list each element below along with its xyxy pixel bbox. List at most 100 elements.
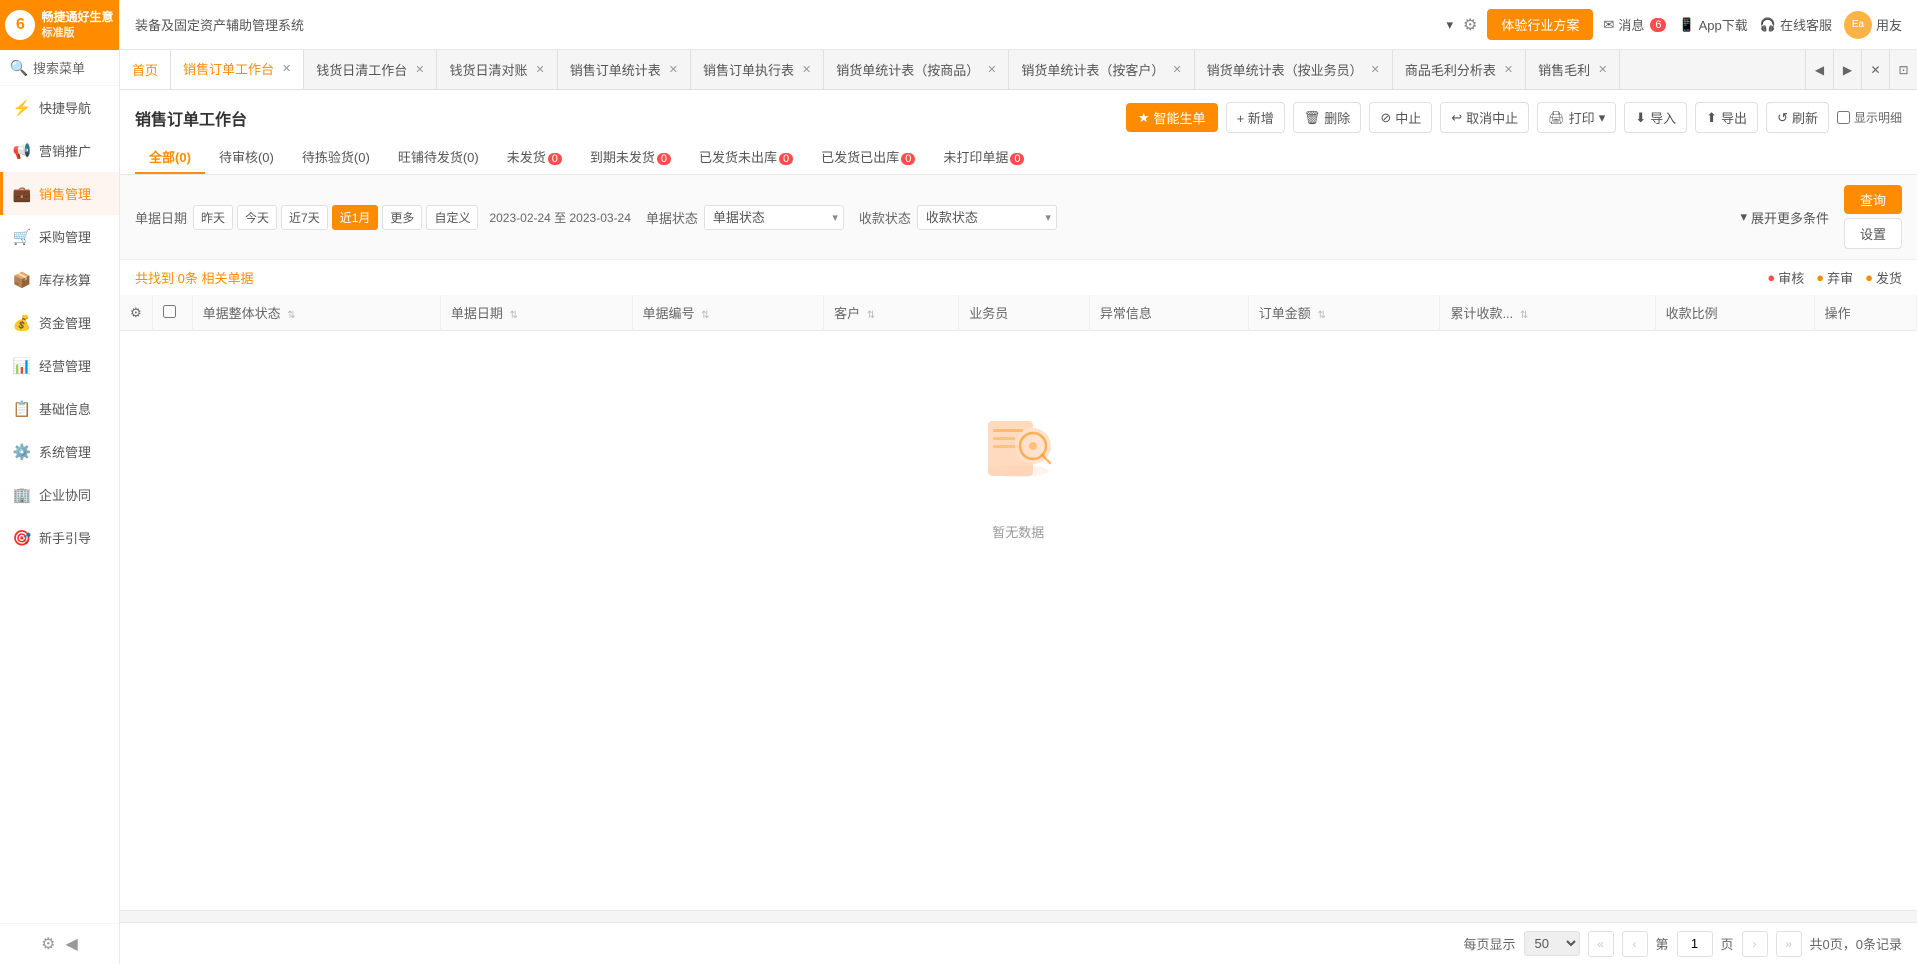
page-number-input[interactable]: 1	[1677, 931, 1713, 957]
sort-amount-icon[interactable]: ⇅	[1317, 310, 1325, 321]
delete-button[interactable]: 🗑 删除	[1293, 102, 1362, 133]
user-menu-button[interactable]: Ea 用友	[1844, 11, 1902, 39]
sort-number-icon[interactable]: ⇅	[701, 310, 709, 321]
date-custom-button[interactable]: 自定义	[426, 205, 478, 230]
date-more-button[interactable]: 更多	[382, 205, 422, 230]
date-range-display: 2023-02-24 至 2023-03-24	[489, 209, 630, 226]
show-detail-checkbox[interactable]: 显示明细	[1837, 109, 1902, 126]
tab-cash-reconcile[interactable]: 钱货日清对账 ✕	[437, 50, 557, 90]
tab-scroll-right-icon[interactable]: ▶	[1833, 50, 1861, 90]
tab-sales-stats-staff[interactable]: 销货单统计表（按业务员） ✕	[1195, 50, 1393, 90]
show-detail-input[interactable]	[1837, 111, 1850, 124]
sort-status-icon[interactable]: ⇅	[287, 310, 295, 321]
filter-tab-pending-review[interactable]: 待审核(0)	[205, 141, 288, 174]
filter-tab-overdue-not-shipped[interactable]: 到期未发货0	[576, 141, 685, 174]
sidebar-item-search[interactable]: 🔍 搜索菜单	[0, 50, 119, 86]
date-7days-button[interactable]: 近7天	[281, 205, 328, 230]
filter-tab-pending-inspect[interactable]: 待拣验货(0)	[288, 141, 384, 174]
import-button[interactable]: ⬇ 导入	[1624, 102, 1687, 133]
collapse-sidebar-icon[interactable]: ◀	[66, 934, 78, 954]
next-page-button[interactable]: ›	[1742, 931, 1768, 957]
export-button[interactable]: ⬆ 导出	[1695, 102, 1758, 133]
expand-more-button[interactable]: ▾ 展开更多条件	[1740, 208, 1829, 227]
tab-scroll-left-icon[interactable]: ◀	[1805, 50, 1833, 90]
tab-sales-profit[interactable]: 销售毛利 ✕	[1526, 50, 1620, 90]
first-page-button[interactable]: «	[1588, 931, 1614, 957]
close-tab-icon[interactable]: ✕	[1172, 63, 1181, 76]
filter-tab-shipped-out[interactable]: 已发货已出库0	[807, 141, 929, 174]
tab-product-margin[interactable]: 商品毛利分析表 ✕	[1393, 50, 1526, 90]
sidebar-item-inventory[interactable]: 📦 库存核算	[0, 258, 119, 301]
sidebar-item-finance[interactable]: 💰 资金管理	[0, 301, 119, 344]
per-page-select[interactable]: 50 100 200	[1524, 931, 1580, 956]
search-setting-button[interactable]: 设置	[1844, 218, 1902, 249]
close-tab-icon[interactable]: ✕	[1598, 63, 1607, 76]
select-all-checkbox[interactable]	[163, 305, 176, 318]
industry-solution-button[interactable]: 体验行业方案	[1487, 9, 1593, 40]
filter-tab-wangpu[interactable]: 旺铺待发货(0)	[384, 141, 493, 174]
tab-menu-icon[interactable]: ⊡	[1889, 50, 1917, 90]
cancel-review-action-button[interactable]: ● 弃审	[1816, 268, 1853, 287]
tab-sales-stats-customer[interactable]: 销货单统计表（按客户） ✕	[1009, 50, 1194, 90]
horizontal-scrollbar[interactable]	[120, 910, 1917, 922]
tab-close-all-icon[interactable]: ✕	[1861, 50, 1889, 90]
shipped-out-badge: 0	[901, 153, 915, 165]
sidebar-item-marketing[interactable]: 📢 营销推广	[0, 129, 119, 172]
close-tab-icon[interactable]: ✕	[802, 63, 811, 76]
sidebar-item-newbie[interactable]: 🎯 新手引导	[0, 516, 119, 559]
filter-tab-all[interactable]: 全部(0)	[135, 141, 205, 174]
search-button[interactable]: 查询	[1844, 185, 1902, 214]
close-tab-icon[interactable]: ✕	[1504, 63, 1513, 76]
chevron-down-icon: ▾	[1740, 209, 1747, 225]
cancel-stop-button[interactable]: ↩ 取消中止	[1440, 102, 1529, 133]
status-select[interactable]: 单据状态	[704, 205, 844, 230]
sidebar-item-ops[interactable]: 📊 经营管理	[0, 344, 119, 387]
tab-sales-stats[interactable]: 销售订单统计表 ✕	[558, 50, 691, 90]
sidebar-item-shortcut[interactable]: ⚡ 快捷导航	[0, 86, 119, 129]
close-tab-icon[interactable]: ✕	[536, 63, 545, 76]
payment-select[interactable]: 收款状态	[917, 205, 1057, 230]
print-button[interactable]: 🖨 打印 ▾	[1537, 102, 1616, 133]
message-button[interactable]: ✉ 消息 6	[1603, 15, 1666, 34]
system-dropdown[interactable]: ▾	[1447, 17, 1454, 33]
review-action-button[interactable]: ● 审核	[1767, 268, 1804, 287]
tab-home[interactable]: 首页	[120, 50, 171, 90]
ship-action-button[interactable]: ● 发货	[1865, 268, 1902, 287]
app-download-button[interactable]: 📱 App下载	[1678, 15, 1747, 34]
tab-cash-daily[interactable]: 钱货日清工作台 ✕	[304, 50, 437, 90]
settings-bottom-icon[interactable]: ⚙	[41, 934, 55, 954]
filter-tab-shipped-not-out[interactable]: 已发货未出库0	[685, 141, 807, 174]
sidebar-item-sales[interactable]: 💼 销售管理	[0, 172, 119, 215]
sidebar-item-system[interactable]: ⚙️ 系统管理	[0, 430, 119, 473]
close-tab-icon[interactable]: ✕	[987, 63, 996, 76]
close-tab-icon[interactable]: ✕	[1371, 63, 1380, 76]
date-1month-button[interactable]: 近1月	[332, 205, 379, 230]
sort-collected-icon[interactable]: ⇅	[1520, 310, 1528, 321]
sidebar-item-purchase[interactable]: 🛒 采购管理	[0, 215, 119, 258]
tab-sales-stats-product[interactable]: 销货单统计表（按商品） ✕	[824, 50, 1009, 90]
close-tab-icon[interactable]: ✕	[669, 63, 678, 76]
stop-button[interactable]: ⊘ 中止	[1369, 102, 1432, 133]
date-today-button[interactable]: 今天	[237, 205, 277, 230]
date-yesterday-button[interactable]: 昨天	[193, 205, 233, 230]
sort-date-icon[interactable]: ⇅	[510, 310, 518, 321]
close-tab-icon[interactable]: ✕	[415, 63, 424, 76]
sidebar-item-basic[interactable]: 📋 基础信息	[0, 387, 119, 430]
smart-generate-button[interactable]: ★ 智能生单	[1126, 103, 1218, 132]
filter-tab-not-shipped[interactable]: 未发货0	[493, 141, 576, 174]
topbar-settings-icon[interactable]: ⚙	[1463, 15, 1477, 35]
sidebar-item-corp[interactable]: 🏢 企业协同	[0, 473, 119, 516]
close-tab-icon[interactable]: ✕	[282, 62, 291, 75]
new-button[interactable]: + 新增	[1226, 102, 1285, 133]
filter-tab-not-printed[interactable]: 未打印单据0	[929, 141, 1038, 174]
table-settings-icon[interactable]: ⚙	[130, 305, 142, 320]
prev-page-button[interactable]: ‹	[1622, 931, 1648, 957]
sort-customer-icon[interactable]: ⇅	[867, 310, 875, 321]
tab-sales-workbench[interactable]: 销售订单工作台 ✕	[171, 50, 304, 90]
refresh-button[interactable]: ↺ 刷新	[1766, 102, 1829, 133]
tab-sales-exec[interactable]: 销售订单执行表 ✕	[691, 50, 824, 90]
last-page-button[interactable]: »	[1776, 931, 1802, 957]
online-service-button[interactable]: 🎧 在线客服	[1760, 15, 1832, 34]
tab-scroll-controls: ◀ ▶ ✕ ⊡	[1805, 50, 1917, 90]
th-status: 单据整体状态 ⇅	[192, 295, 440, 331]
